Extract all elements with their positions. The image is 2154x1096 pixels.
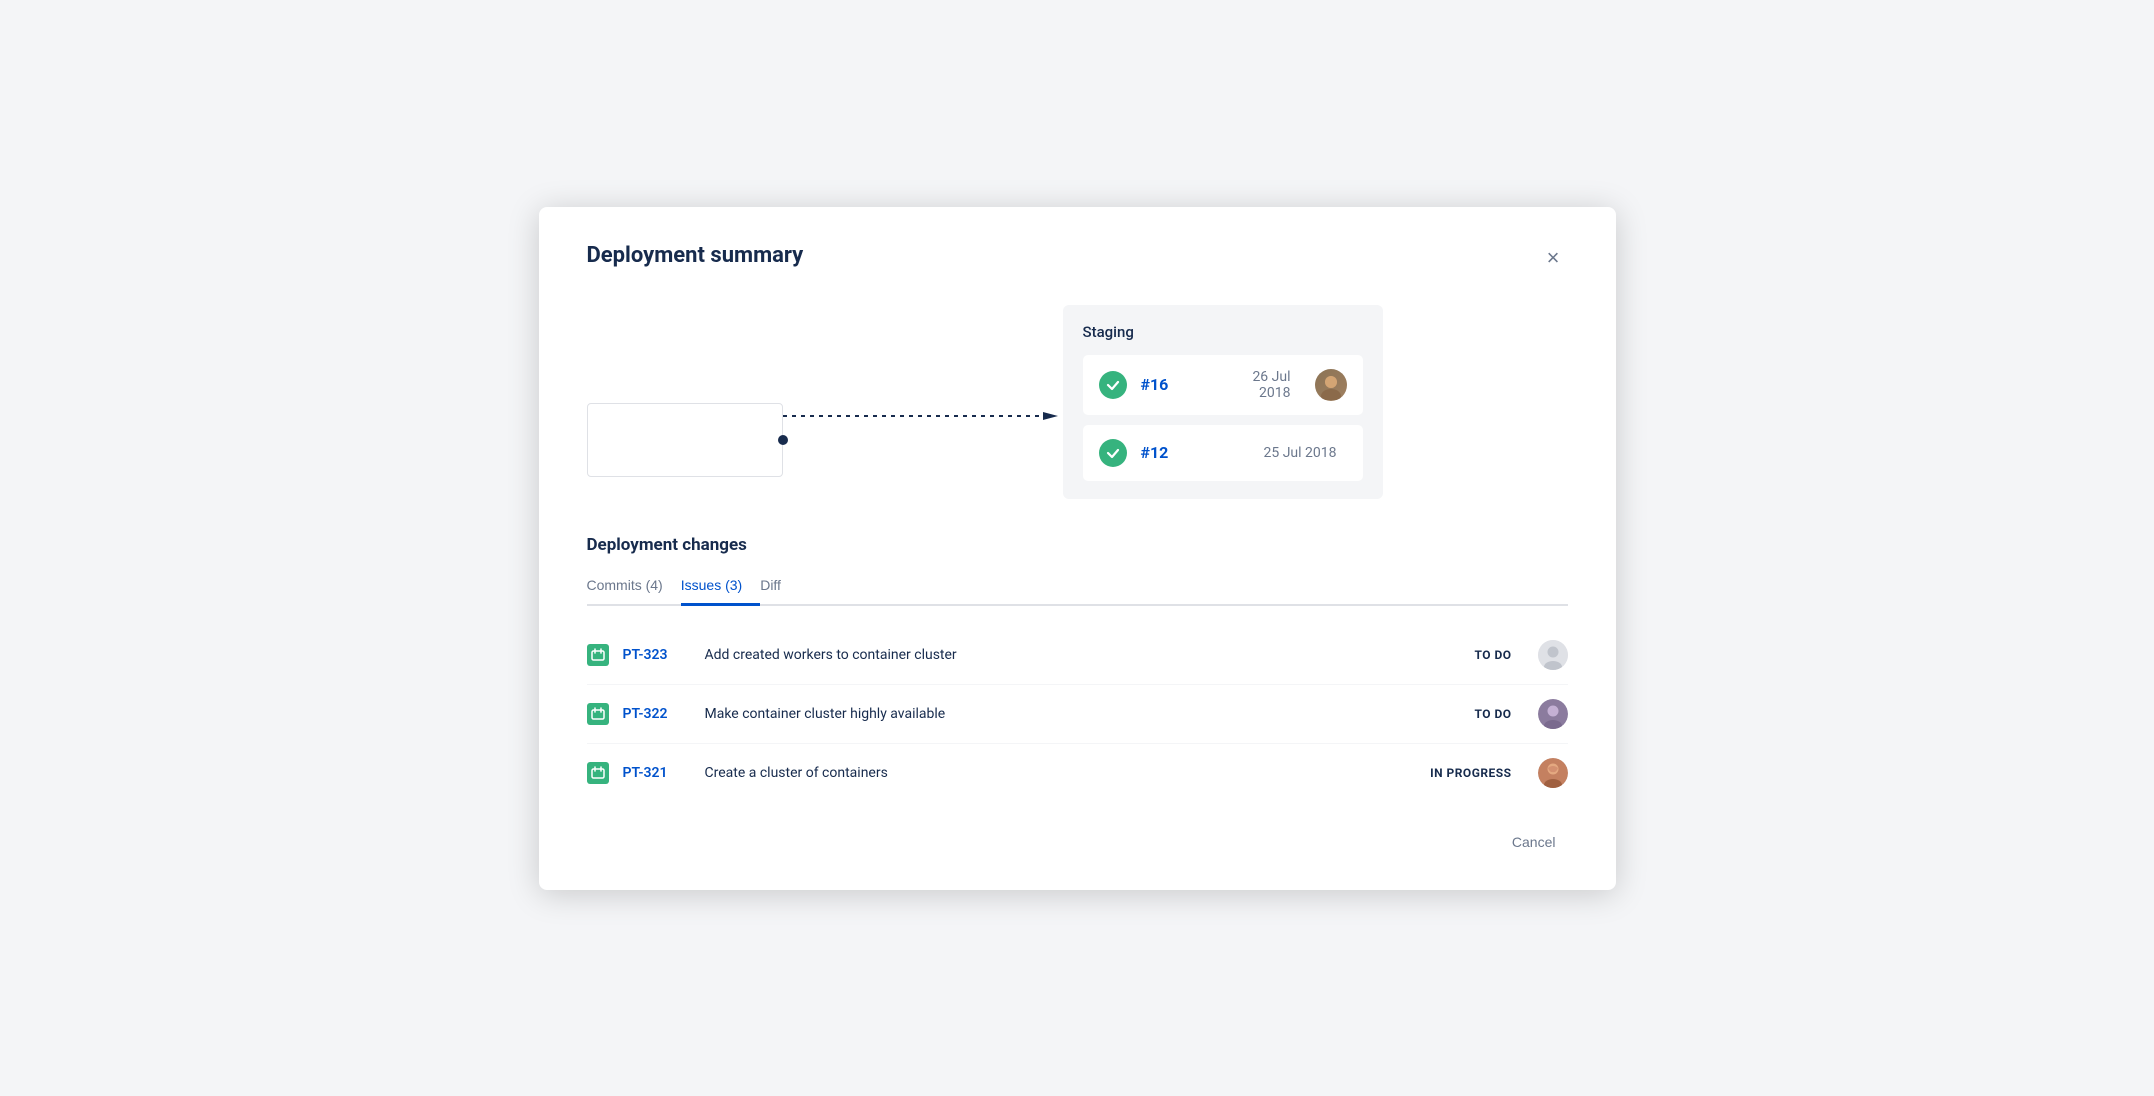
deploy-id-12[interactable]: #12 xyxy=(1141,443,1232,462)
pipeline-arrow xyxy=(783,411,1063,421)
deploy-date-16: 26 Jul 2018 xyxy=(1223,369,1301,401)
deployment-summary-modal: Deployment summary × Staging xyxy=(539,207,1616,890)
check-icon-12 xyxy=(1099,439,1127,467)
issue-id-pt321[interactable]: PT-321 xyxy=(623,765,691,781)
deploy-id-16[interactable]: #16 xyxy=(1141,375,1209,394)
issue-title-pt321: Create a cluster of containers xyxy=(705,765,1417,781)
deployment-changes-section: Deployment changes Commits (4) Issues (3… xyxy=(587,535,1568,802)
pipeline-source-box xyxy=(587,403,783,477)
cancel-button[interactable]: Cancel xyxy=(1500,826,1568,858)
issue-status-pt321: IN PROGRESS xyxy=(1430,766,1511,780)
issue-status-pt322: TO DO xyxy=(1475,707,1512,721)
deploy-avatar-16 xyxy=(1315,369,1347,401)
issue-avatar-pt323 xyxy=(1538,640,1568,670)
issue-icon-pt323 xyxy=(587,644,609,666)
issue-id-pt322[interactable]: PT-322 xyxy=(623,706,691,722)
issue-title-pt322: Make container cluster highly available xyxy=(705,706,1461,722)
pipeline-area: Staging #16 26 Jul 2018 xyxy=(587,305,1568,499)
tab-issues[interactable]: Issues (3) xyxy=(681,569,760,606)
tab-commits[interactable]: Commits (4) xyxy=(587,569,681,606)
issue-id-pt323[interactable]: PT-323 xyxy=(623,647,691,663)
tab-diff[interactable]: Diff xyxy=(760,569,799,606)
modal-footer: Cancel xyxy=(587,826,1568,858)
check-icon-16 xyxy=(1099,371,1127,399)
issue-title-pt323: Add created workers to container cluster xyxy=(705,647,1461,663)
issue-row-pt322: PT-322 Make container cluster highly ava… xyxy=(587,685,1568,744)
deploy-card-12: #12 25 Jul 2018 xyxy=(1083,425,1363,481)
close-button[interactable]: × xyxy=(1539,243,1568,273)
pipeline-dot xyxy=(778,435,788,445)
deploy-card-16: #16 26 Jul 2018 xyxy=(1083,355,1363,415)
issue-icon-pt322 xyxy=(587,703,609,725)
deploy-date-12: 25 Jul 2018 xyxy=(1246,445,1347,461)
staging-title: Staging xyxy=(1083,323,1363,341)
issue-avatar-pt322 xyxy=(1538,699,1568,729)
issue-row-pt321: PT-321 Create a cluster of containers IN… xyxy=(587,744,1568,802)
modal-title: Deployment summary xyxy=(587,243,804,268)
issue-status-pt323: TO DO xyxy=(1475,648,1512,662)
issues-list: PT-323 Add created workers to container … xyxy=(587,626,1568,802)
modal-header: Deployment summary × xyxy=(587,243,1568,273)
issue-row-pt323: PT-323 Add created workers to container … xyxy=(587,626,1568,685)
issue-icon-pt321 xyxy=(587,762,609,784)
staging-panel: Staging #16 26 Jul 2018 xyxy=(1063,305,1383,499)
issues-tabs: Commits (4) Issues (3) Diff xyxy=(587,569,1568,606)
section-title: Deployment changes xyxy=(587,535,1568,555)
issue-avatar-pt321 xyxy=(1538,758,1568,788)
